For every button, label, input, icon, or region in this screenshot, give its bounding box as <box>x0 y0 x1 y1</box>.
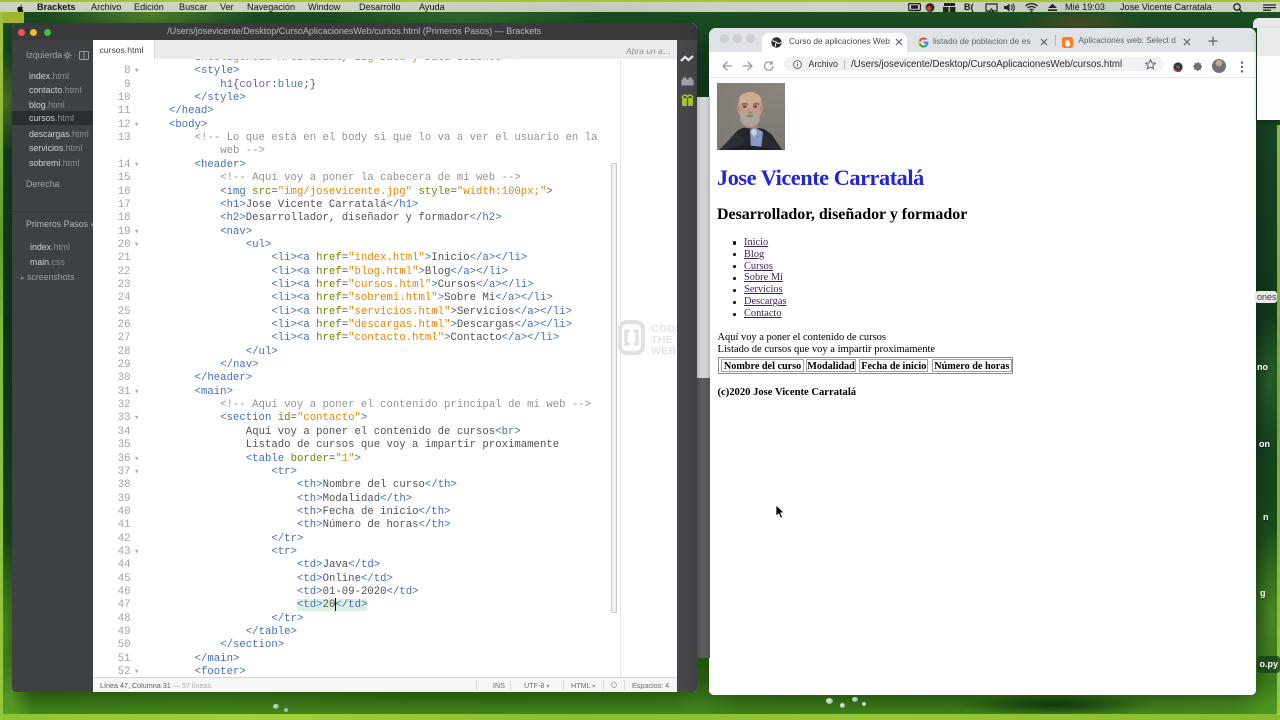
svg-text:WEB: WEB <box>651 345 677 357</box>
